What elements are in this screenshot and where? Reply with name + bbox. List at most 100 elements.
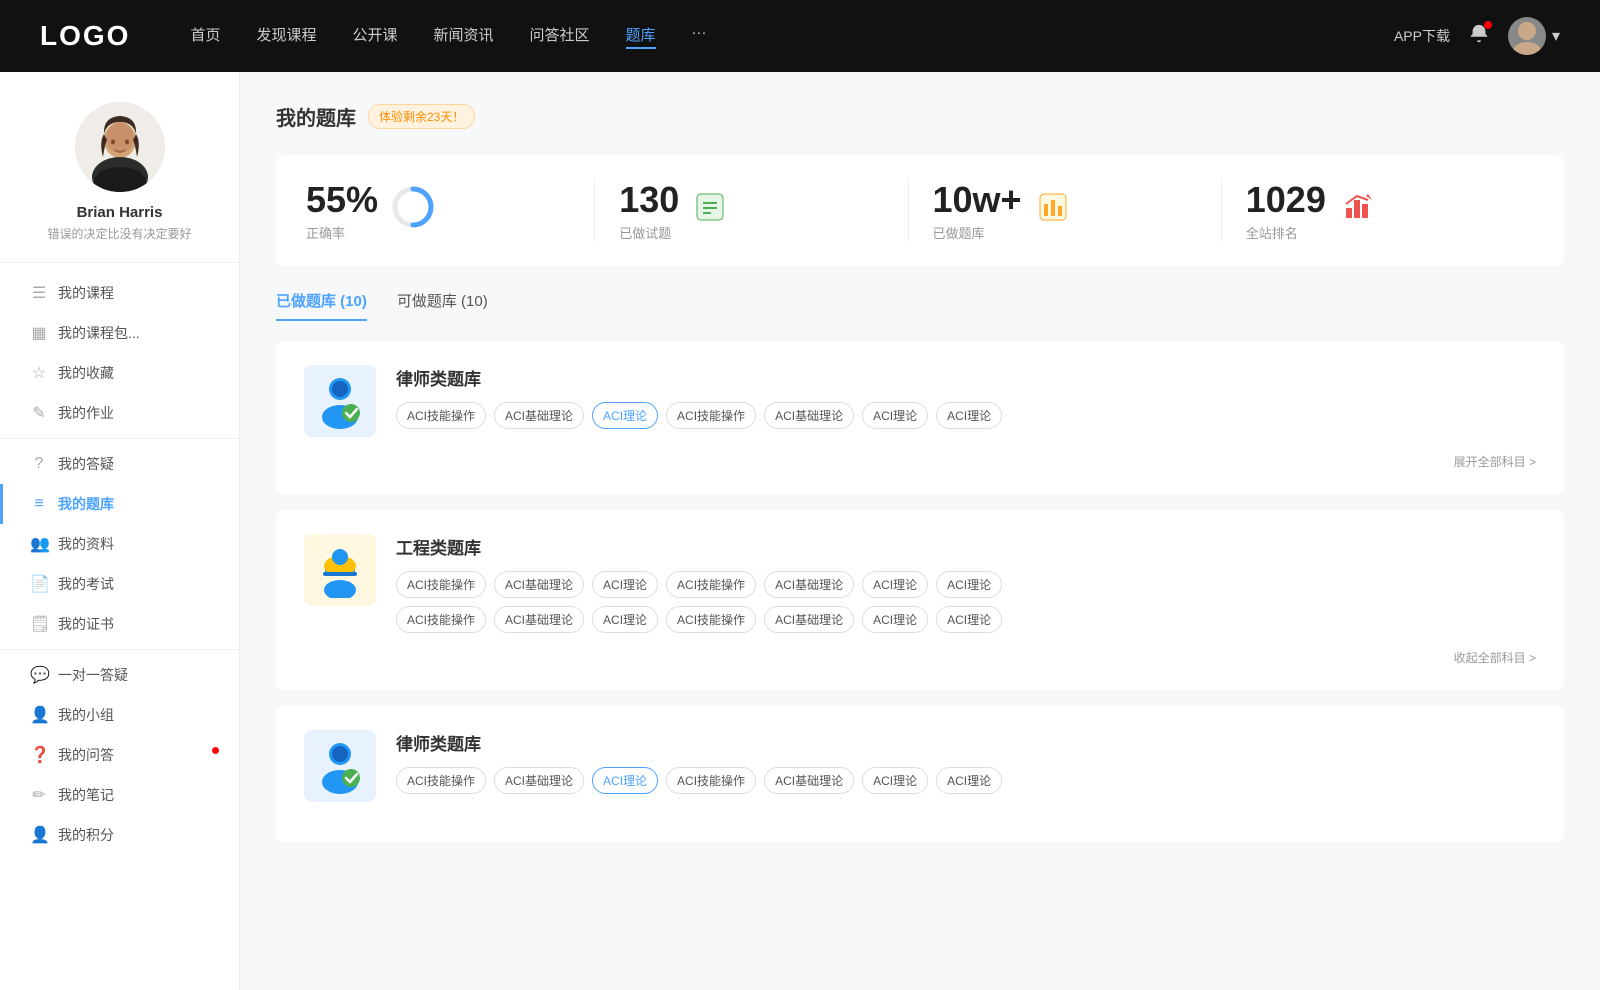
- chevron-down-icon: ▾: [1552, 26, 1560, 46]
- engineer-icon: [304, 534, 376, 606]
- law2-tag-1[interactable]: ACI基础理论: [494, 767, 584, 794]
- navbar-right: APP下载 ▾: [1394, 17, 1560, 55]
- law2-tag-6[interactable]: ACI理论: [936, 767, 1002, 794]
- tag-1[interactable]: ACI基础理论: [494, 402, 584, 429]
- tags-row-1: ACI技能操作 ACI基础理论 ACI理论 ACI技能操作 ACI基础理论 AC…: [396, 402, 1002, 429]
- stat-rank-num: 1029: [1246, 179, 1326, 221]
- lawyer-icon: [304, 365, 376, 437]
- stat-accuracy-content: 55% 正确率: [306, 179, 378, 242]
- sidebar-item-certificate[interactable]: 🗒 我的证书: [0, 604, 239, 644]
- nav-questionbank[interactable]: 题库: [626, 24, 656, 49]
- sidebar-item-profile[interactable]: 👥 我的资料: [0, 524, 239, 564]
- avatar: [1508, 17, 1546, 55]
- sidebar-item-points[interactable]: 👤 我的积分: [0, 815, 239, 855]
- tab-available-banks[interactable]: 可做题库 (10): [397, 290, 488, 321]
- tag-2-active[interactable]: ACI理论: [592, 402, 658, 429]
- app-download[interactable]: APP下载: [1394, 26, 1450, 46]
- tags-row-2b: ACI技能操作 ACI基础理论 ACI理论 ACI技能操作 ACI基础理论 AC…: [396, 606, 1536, 633]
- eng-tag2-3[interactable]: ACI技能操作: [666, 606, 756, 633]
- qbank-title-1: 律师类题库: [396, 365, 1002, 390]
- profile-avatar: [75, 102, 165, 192]
- qbank-header-2: 工程类题库 ACI技能操作 ACI基础理论 ACI理论 ACI技能操作 ACI基…: [304, 534, 1536, 633]
- stats-row: 55% 正确率 130 已做试题: [276, 155, 1564, 266]
- unread-dot: [212, 747, 219, 754]
- stat-rank: 1029 全站排名: [1222, 179, 1534, 242]
- eng-tag2-6[interactable]: ACI理论: [936, 606, 1002, 633]
- qbank-icon: ≡: [30, 495, 48, 513]
- sidebar: Brian Harris 错误的决定比没有决定要好 ☰ 我的课程 ▦ 我的课程包…: [0, 72, 240, 990]
- homework-icon: ✎: [30, 403, 48, 423]
- nav-news[interactable]: 新闻资讯: [434, 24, 494, 49]
- tab-done-banks[interactable]: 已做题库 (10): [276, 290, 367, 321]
- qbank-title-3: 律师类题库: [396, 730, 1002, 755]
- eng-tag-6[interactable]: ACI理论: [936, 571, 1002, 598]
- profile-motto: 错误的决定比没有决定要好: [20, 225, 219, 242]
- law2-tag-3[interactable]: ACI技能操作: [666, 767, 756, 794]
- sidebar-item-notes[interactable]: ✏ 我的笔记: [0, 775, 239, 815]
- nav-more[interactable]: ···: [692, 24, 707, 49]
- law2-tag-5[interactable]: ACI理论: [862, 767, 928, 794]
- eng-tag2-0[interactable]: ACI技能操作: [396, 606, 486, 633]
- trial-badge: 体验剩余23天！: [368, 104, 475, 129]
- eng-tag2-1[interactable]: ACI基础理论: [494, 606, 584, 633]
- eng-tag-5[interactable]: ACI理论: [862, 571, 928, 598]
- tabs-row: 已做题库 (10) 可做题库 (10): [276, 290, 1564, 321]
- stat-banks-label: 已做题库: [933, 223, 1022, 242]
- expand-link-1[interactable]: 展开全部科目 >: [304, 453, 1536, 470]
- user-avatar-wrap[interactable]: ▾: [1508, 17, 1560, 55]
- lawyer-icon-2: [304, 730, 376, 802]
- collapse-link[interactable]: 收起全部科目 >: [304, 649, 1536, 666]
- cert-icon: 🗒: [30, 614, 48, 634]
- points-icon: 👤: [30, 825, 48, 845]
- stat-done-banks: 10w+ 已做题库: [909, 179, 1222, 242]
- eng-tag2-4[interactable]: ACI基础理论: [764, 606, 854, 633]
- main-content: 我的题库 体验剩余23天！ 55% 正确率 130: [240, 72, 1600, 990]
- package-icon: ▦: [30, 323, 48, 343]
- law2-tag-2-active[interactable]: ACI理论: [592, 767, 658, 794]
- sidebar-item-my-course[interactable]: ☰ 我的课程: [0, 273, 239, 313]
- tag-3[interactable]: ACI技能操作: [666, 402, 756, 429]
- nav-opencourse[interactable]: 公开课: [352, 24, 397, 49]
- tag-4[interactable]: ACI基础理论: [764, 402, 854, 429]
- done-questions-icon: [693, 190, 727, 231]
- qbank-card-lawyer-2: 律师类题库 ACI技能操作 ACI基础理论 ACI理论 ACI技能操作 ACI基…: [276, 706, 1564, 842]
- eng-tag2-2[interactable]: ACI理论: [592, 606, 658, 633]
- sidebar-item-exam[interactable]: 📄 我的考试: [0, 564, 239, 604]
- tags-row-2a: ACI技能操作 ACI基础理论 ACI理论 ACI技能操作 ACI基础理论 AC…: [396, 571, 1536, 598]
- sidebar-item-course-package[interactable]: ▦ 我的课程包...: [0, 313, 239, 353]
- tag-5[interactable]: ACI理论: [862, 402, 928, 429]
- eng-tag-2[interactable]: ACI理论: [592, 571, 658, 598]
- sidebar-item-qa[interactable]: ? 我的答疑: [0, 444, 239, 484]
- profile-icon: 👥: [30, 534, 48, 554]
- eng-tag-1[interactable]: ACI基础理论: [494, 571, 584, 598]
- tags-row-3: ACI技能操作 ACI基础理论 ACI理论 ACI技能操作 ACI基础理论 AC…: [396, 767, 1002, 794]
- stat-banks-num: 10w+: [933, 179, 1022, 221]
- course-icon: ☰: [30, 283, 48, 303]
- tag-0[interactable]: ACI技能操作: [396, 402, 486, 429]
- nav-discover[interactable]: 发现课程: [256, 24, 316, 49]
- sidebar-item-question-bank[interactable]: ≡ 我的题库: [0, 484, 239, 524]
- sidebar-item-group[interactable]: 👤 我的小组: [0, 695, 239, 735]
- stat-accuracy: 55% 正确率: [306, 179, 595, 242]
- sidebar-divider-2: [0, 649, 239, 650]
- eng-tag-3[interactable]: ACI技能操作: [666, 571, 756, 598]
- notification-dot: [1484, 21, 1492, 29]
- law2-tag-0[interactable]: ACI技能操作: [396, 767, 486, 794]
- eng-tag-4[interactable]: ACI基础理论: [764, 571, 854, 598]
- law2-tag-4[interactable]: ACI基础理论: [764, 767, 854, 794]
- page-title: 我的题库: [276, 102, 356, 131]
- sidebar-item-1on1[interactable]: 💬 一对一答疑: [0, 655, 239, 695]
- nav-home[interactable]: 首页: [190, 24, 220, 49]
- qbank-card-engineer: 工程类题库 ACI技能操作 ACI基础理论 ACI理论 ACI技能操作 ACI基…: [276, 510, 1564, 690]
- sidebar-item-homework[interactable]: ✎ 我的作业: [0, 393, 239, 433]
- myqa-icon: ❓: [30, 745, 48, 765]
- qbank-header-1: 律师类题库 ACI技能操作 ACI基础理论 ACI理论 ACI技能操作 ACI基…: [304, 365, 1536, 437]
- eng-tag-0[interactable]: ACI技能操作: [396, 571, 486, 598]
- nav-qa[interactable]: 问答社区: [530, 24, 590, 49]
- nav-links: 首页 发现课程 公开课 新闻资讯 问答社区 题库 ···: [190, 24, 1394, 49]
- eng-tag2-5[interactable]: ACI理论: [862, 606, 928, 633]
- sidebar-item-my-qa[interactable]: ❓ 我的问答: [0, 735, 239, 775]
- notification-bell[interactable]: [1468, 23, 1490, 50]
- sidebar-item-favorites[interactable]: ☆ 我的收藏: [0, 353, 239, 393]
- tag-6[interactable]: ACI理论: [936, 402, 1002, 429]
